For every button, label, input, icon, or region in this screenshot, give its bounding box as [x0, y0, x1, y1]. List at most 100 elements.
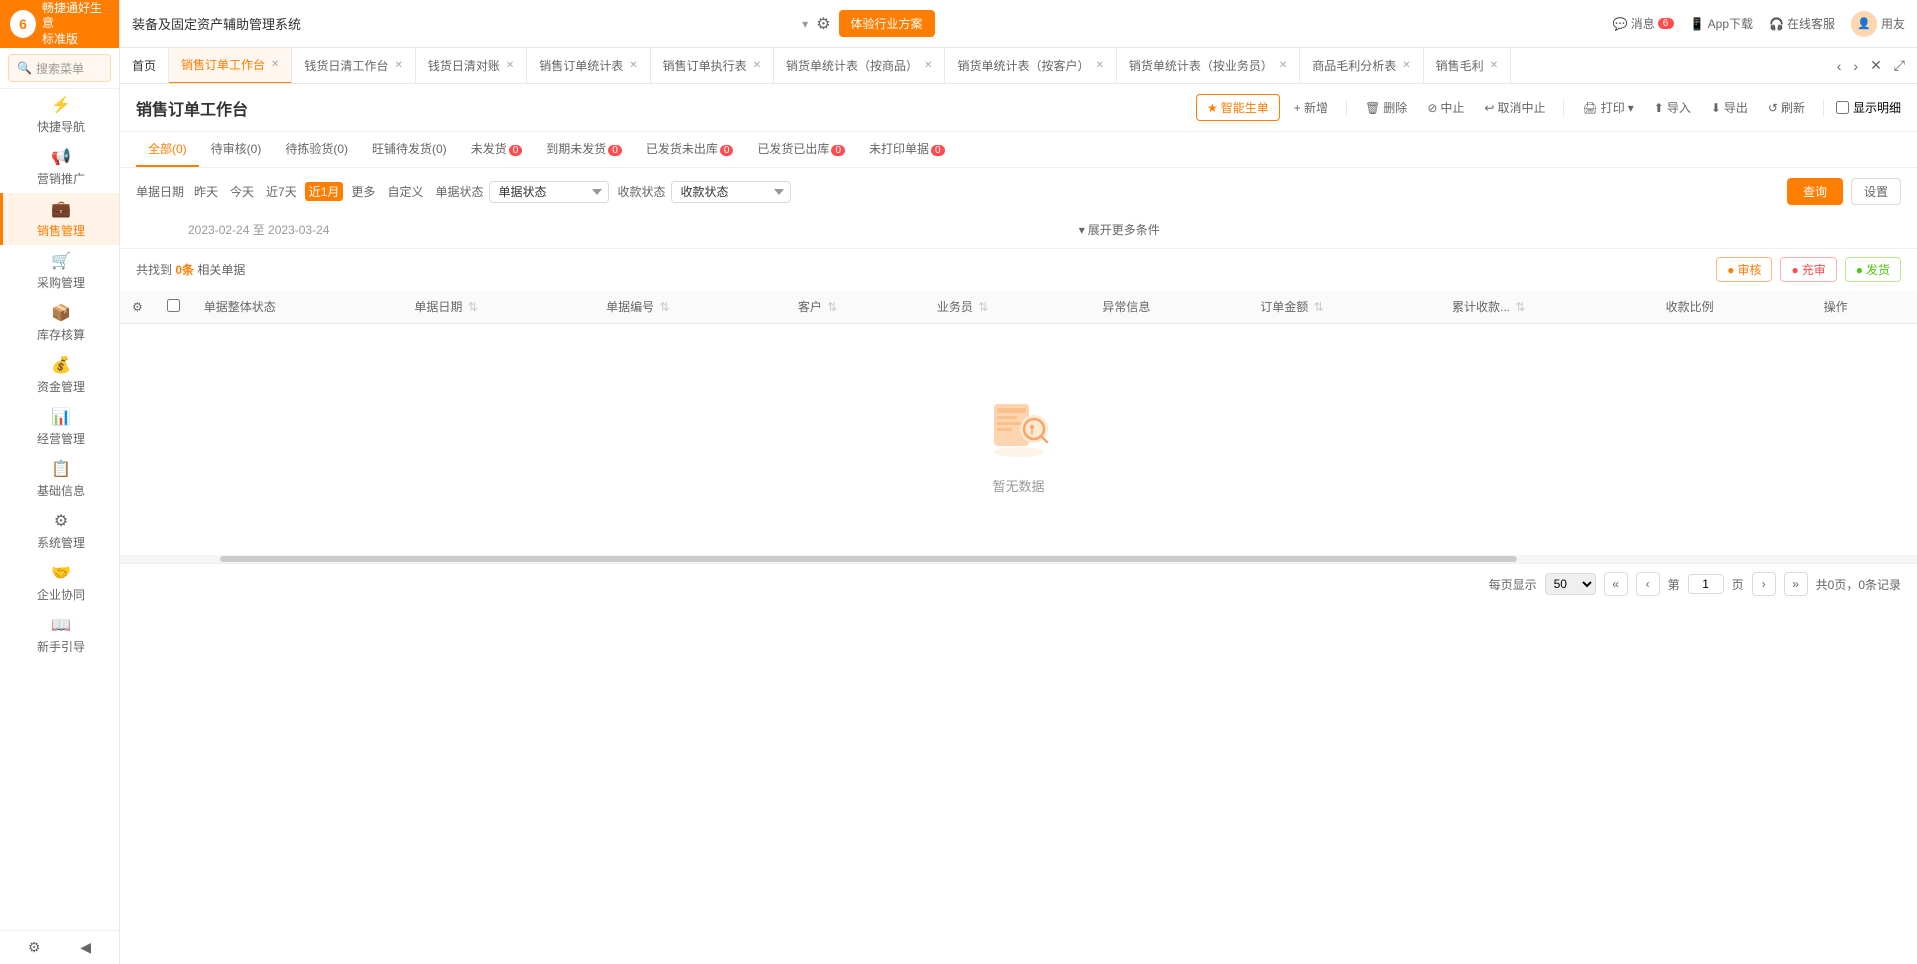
col-number[interactable]: 单据编号 ⇅	[594, 290, 786, 324]
tab-goods-stat-staff-close[interactable]: ✕	[1279, 60, 1287, 71]
page-last-button[interactable]: »	[1784, 572, 1808, 596]
date-yesterday[interactable]: 昨天	[190, 182, 222, 201]
export-button[interactable]: ⬇ 导出	[1705, 95, 1754, 120]
date-custom[interactable]: 自定义	[383, 182, 427, 201]
sub-tab-wangpu-ship[interactable]: 旺铺待发货(0)	[360, 132, 459, 167]
tab-cash-daily-close[interactable]: ✕	[394, 60, 402, 71]
tab-sales-order[interactable]: 销售订单工作台 ✕	[169, 48, 292, 84]
sidebar-collapse-icon[interactable]: ◀	[80, 939, 91, 956]
tabbar-prev-button[interactable]: ‹	[1833, 56, 1846, 76]
tab-goods-margin-close[interactable]: ✕	[1402, 60, 1410, 71]
tab-goods-margin[interactable]: 商品毛利分析表 ✕	[1300, 48, 1423, 84]
user-menu[interactable]: 👤 用友	[1851, 11, 1905, 37]
print-chevron-icon: ▾	[1628, 101, 1634, 115]
date-7days[interactable]: 近7天	[262, 182, 301, 201]
sidebar-item-purchase[interactable]: 🛒 采购管理	[0, 245, 119, 297]
tab-sales-stat-close[interactable]: ✕	[629, 60, 637, 71]
solution-button[interactable]: 体验行业方案	[839, 10, 935, 37]
sidebar-item-finance[interactable]: 💰 资金管理	[0, 349, 119, 401]
message-button[interactable]: 💬 消息 6	[1613, 15, 1674, 32]
sub-tab-not-printed[interactable]: 未打印单据0	[857, 132, 957, 167]
sub-tab-all[interactable]: 全部(0)	[136, 132, 199, 167]
ship-button[interactable]: ● 发货	[1845, 257, 1901, 282]
show-detail-toggle[interactable]: 显示明细	[1836, 99, 1901, 116]
audit-button[interactable]: ● 审核	[1716, 257, 1772, 282]
tab-goods-margin-label: 商品毛利分析表	[1312, 57, 1396, 74]
delete-button[interactable]: 🗑 删除	[1359, 95, 1413, 120]
col-collected[interactable]: 累计收款... ⇅	[1440, 290, 1654, 324]
tab-sales-more-close[interactable]: ✕	[1490, 60, 1498, 71]
sub-tab-not-shipped[interactable]: 未发货0	[459, 132, 535, 167]
tab-goods-stat-product[interactable]: 销货单统计表（按商品） ✕	[774, 48, 945, 84]
reject-button[interactable]: ● 充审	[1780, 257, 1836, 282]
tab-goods-stat-customer-close[interactable]: ✕	[1095, 60, 1103, 71]
sub-tab-shipped-out[interactable]: 已发货已出库0	[745, 132, 857, 167]
page-first-button[interactable]: «	[1604, 572, 1628, 596]
cancel-stop-button[interactable]: ↩ 取消中止	[1478, 95, 1551, 120]
page-prev-button[interactable]: ‹	[1636, 572, 1660, 596]
sidebar-item-system[interactable]: ⚙ 系统管理	[0, 505, 119, 557]
col-salesman[interactable]: 业务员 ⇅	[925, 290, 1090, 324]
sidebar-item-inventory[interactable]: 📦 库存核算	[0, 297, 119, 349]
add-button[interactable]: + 新增	[1288, 95, 1334, 120]
page-size-select[interactable]: 50 10 20 100	[1545, 573, 1596, 595]
show-detail-checkbox[interactable]	[1836, 101, 1849, 114]
tab-cash-reconcile-close[interactable]: ✕	[506, 60, 514, 71]
query-button[interactable]: 查询	[1787, 178, 1843, 205]
col-customer[interactable]: 客户 ⇅	[786, 290, 925, 324]
page-number-input[interactable]	[1688, 574, 1724, 594]
tabbar-close-all-button[interactable]: ✕	[1866, 55, 1886, 76]
date-more[interactable]: 更多	[347, 182, 379, 201]
stop-button[interactable]: ⊘ 中止	[1421, 95, 1470, 120]
online-service-button[interactable]: 🎧 在线客服	[1769, 15, 1835, 32]
tab-sales-exec-close[interactable]: ✕	[753, 60, 761, 71]
tabbar-next-button[interactable]: ›	[1849, 56, 1862, 76]
sidebar-item-quick-nav[interactable]: ⚡ 快捷导航	[0, 89, 119, 141]
tabbar-expand-button[interactable]: ⤢	[1890, 55, 1909, 76]
logo-text: 畅捷通好生意 标准版	[42, 1, 109, 48]
tab-goods-stat-product-close[interactable]: ✕	[924, 60, 932, 71]
chevron-down-icon[interactable]: ▾	[802, 17, 808, 31]
tab-cash-reconcile[interactable]: 钱货日清对账 ✕	[416, 48, 527, 84]
select-all-checkbox[interactable]	[167, 299, 180, 312]
tab-sales-stat[interactable]: 销售订单统计表 ✕	[527, 48, 650, 84]
date-1month[interactable]: 近1月	[305, 182, 344, 201]
smart-order-button[interactable]: ★ 智能生单	[1196, 94, 1280, 121]
sub-tab-pending-review[interactable]: 待审核(0)	[199, 132, 274, 167]
sidebar-item-enterprise[interactable]: 🤝 企业协同	[0, 557, 119, 609]
tab-cash-daily[interactable]: 钱货日清工作台 ✕	[292, 48, 415, 84]
expand-filter-button[interactable]: ▾ 展开更多条件	[1079, 221, 1160, 238]
status-select[interactable]: 单据状态	[489, 181, 609, 203]
col-amount[interactable]: 订单金额 ⇅	[1248, 290, 1440, 324]
gear-icon[interactable]: ⚙	[132, 300, 143, 314]
refresh-button[interactable]: ↺ 刷新	[1762, 95, 1811, 120]
sidebar-item-guide[interactable]: 📖 新手引导	[0, 609, 119, 661]
tab-sales-order-close[interactable]: ✕	[271, 59, 279, 70]
sub-tab-pending-check[interactable]: 待拣验货(0)	[273, 132, 360, 167]
print-button[interactable]: 🖨 打印 ▾	[1576, 95, 1639, 120]
date-today[interactable]: 今天	[226, 182, 258, 201]
import-button[interactable]: ⬆ 导入	[1648, 95, 1697, 120]
sidebar-item-operations[interactable]: 📊 经营管理	[0, 401, 119, 453]
settings-button[interactable]: 设置	[1851, 178, 1901, 205]
sub-tab-shipped-not-out[interactable]: 已发货未出库0	[634, 132, 746, 167]
col-date[interactable]: 单据日期 ⇅	[402, 290, 594, 324]
sub-tab-overdue-not-shipped[interactable]: 到期未发货0	[534, 132, 634, 167]
sidebar-item-sales[interactable]: 💼 销售管理	[0, 193, 119, 245]
tab-sales-exec[interactable]: 销售订单执行表 ✕	[651, 48, 774, 84]
system-title: 装备及固定资产辅助管理系统	[132, 14, 794, 33]
pagination-bar: 每页显示 50 10 20 100 « ‹ 第 页 › » 共0页，0条记录	[120, 563, 1917, 604]
payment-select[interactable]: 收款状态	[671, 181, 791, 203]
tab-goods-stat-customer[interactable]: 销货单统计表（按客户） ✕	[945, 48, 1116, 84]
app-download-button[interactable]: 📱 App下载	[1690, 15, 1753, 32]
page-next-button[interactable]: ›	[1752, 572, 1776, 596]
horizontal-scrollbar[interactable]	[120, 555, 1917, 563]
tab-goods-stat-staff[interactable]: 销货单统计表（按业务员） ✕	[1117, 48, 1300, 84]
search-menu-button[interactable]: 🔍 搜索菜单	[8, 54, 111, 82]
sidebar-settings-icon[interactable]: ⚙	[28, 939, 41, 956]
tab-home[interactable]: 首页	[120, 48, 169, 84]
sidebar-item-marketing[interactable]: 📢 营销推广	[0, 141, 119, 193]
topbar-settings-icon[interactable]: ⚙	[816, 14, 830, 34]
sidebar-item-base-info[interactable]: 📋 基础信息	[0, 453, 119, 505]
tab-sales-more[interactable]: 销售毛利 ✕	[1424, 48, 1511, 84]
